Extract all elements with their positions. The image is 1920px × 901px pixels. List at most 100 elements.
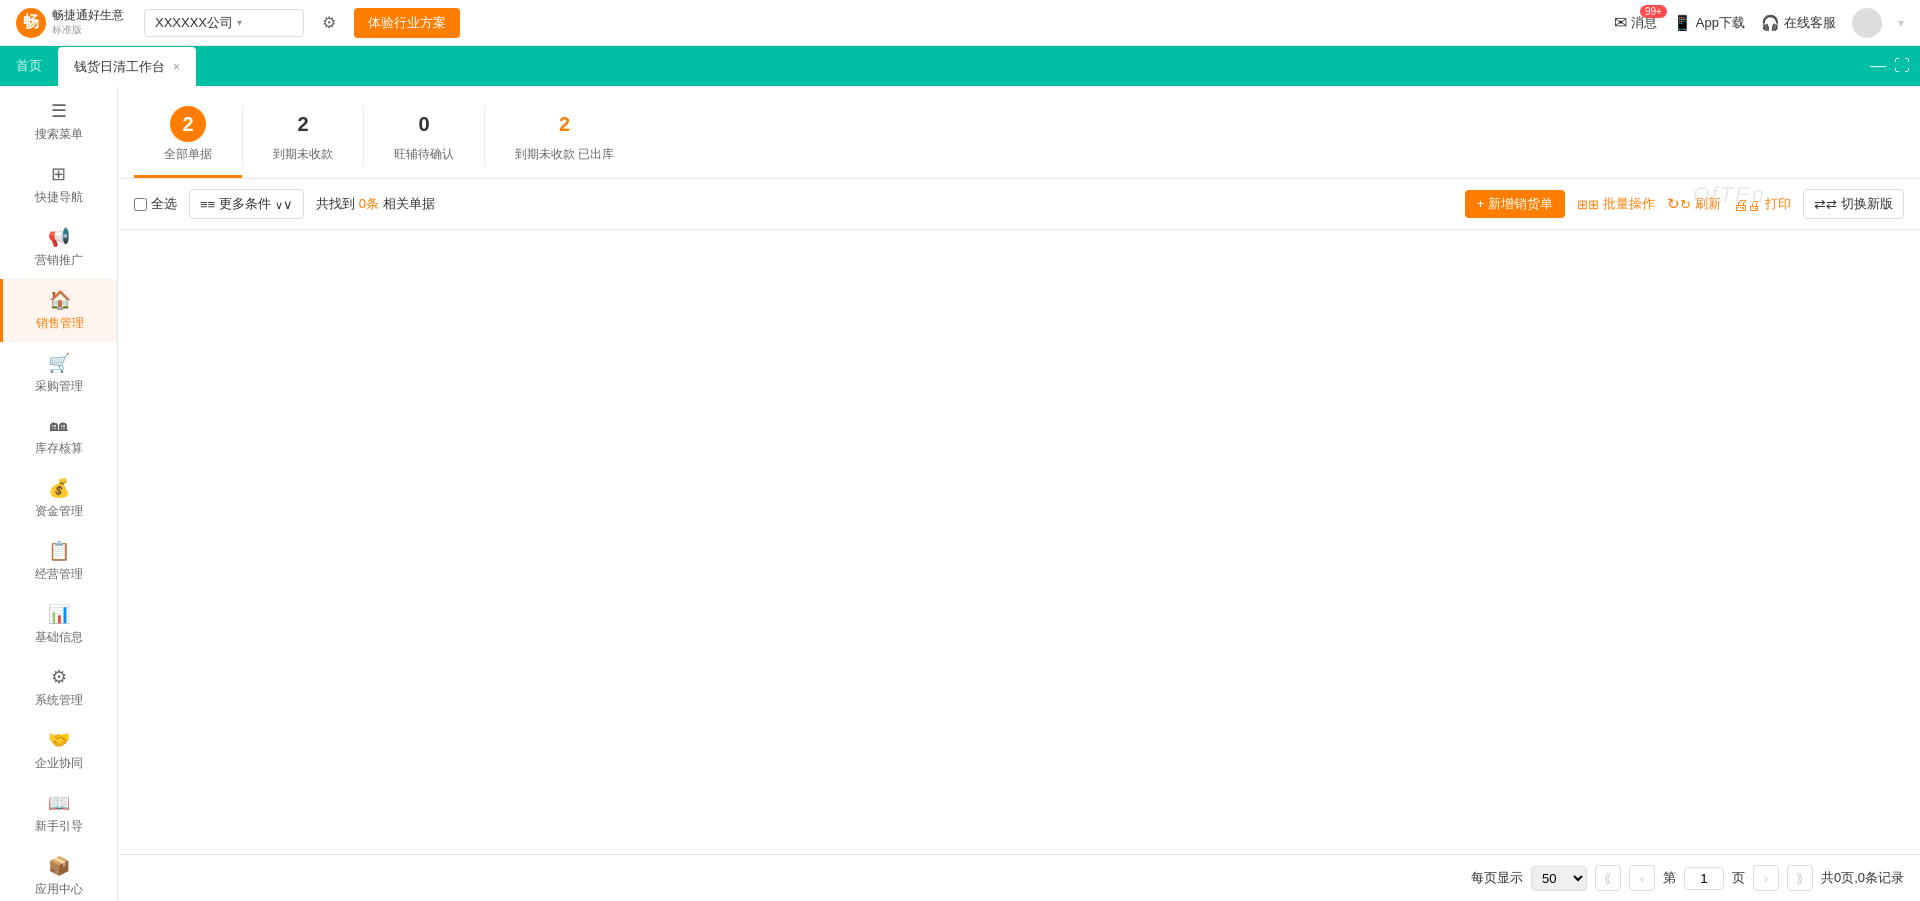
headset-icon (1761, 14, 1780, 32)
print-button[interactable]: 🖨 打印 (1733, 195, 1791, 213)
search-icon: ☰ (51, 100, 67, 122)
page-suffix: 页 (1732, 869, 1745, 887)
sidebar-item-operations[interactable]: 📋 经营管理 (0, 530, 117, 593)
company-chevron-icon: ▾ (237, 17, 242, 28)
prev-page-button[interactable]: ‹ (1629, 865, 1655, 891)
refresh-icon: ↻ (1667, 195, 1691, 213)
header-left: 畅 畅捷通好生意 标准版 XXXXXX公司 ▾ 体验行业方案 (16, 8, 460, 38)
sidebar-item-sales[interactable]: 🏠 销售管理 (0, 279, 117, 342)
inventory-icon: 🏘 (50, 415, 68, 436)
online-service-label: 在线客服 (1784, 14, 1836, 32)
select-all-checkbox[interactable]: 全选 (134, 195, 177, 213)
app-download-label: App下载 (1696, 14, 1745, 32)
last-page-button[interactable]: ⟫ (1787, 865, 1813, 891)
tab-home[interactable]: 首页 (0, 46, 58, 86)
filter-chevron-icon: ∨ (275, 197, 293, 212)
settings-button[interactable] (314, 8, 344, 38)
sidebar-item-purchase[interactable]: 🛒 采购管理 (0, 342, 117, 405)
stats-tabs: 2 全部单据 2 到期未收款 0 旺辅待确认 2 到期未收款 已出库 (118, 86, 1920, 179)
pagination: 每页显示 50 100 200 ⟪ ‹ 第 页 › ⟫ 共0页,0条记录 (118, 854, 1920, 901)
header-right: 消息 99+ App下载 在线客服 ▾ (1614, 8, 1904, 38)
sidebar-item-marketing[interactable]: 📢 营销推广 (0, 216, 117, 279)
sidebar-label-search: 搜索菜单 (35, 126, 83, 143)
refresh-label: 刷新 (1695, 195, 1721, 213)
tab-close-icon[interactable]: × (173, 60, 180, 74)
stat-label-all: 全部单据 (164, 146, 212, 163)
app-download-button[interactable]: App下载 (1673, 14, 1745, 32)
stat-label-overdue: 到期未收款 (273, 146, 333, 163)
page-input[interactable] (1684, 867, 1724, 890)
sidebar-label-collab: 企业协同 (35, 755, 83, 772)
sidebar-label-sales: 销售管理 (36, 315, 84, 332)
first-page-button[interactable]: ⟪ (1595, 865, 1621, 891)
stat-label-shipped: 到期未收款 已出库 (515, 146, 614, 163)
sidebar-label-guide: 新手引导 (35, 818, 83, 835)
sidebar-label-inventory: 库存核算 (35, 440, 83, 457)
logo-icon: 畅 (16, 8, 46, 38)
toolbar-right: + 新增销货单 ⊞ 批量操作 ↻ 刷新 🖨 打印 ⇄ 切换新版 (1465, 189, 1904, 219)
stat-tab-wangpu[interactable]: 0 旺辅待确认 (364, 98, 484, 178)
total-records: 共0页,0条记录 (1821, 869, 1904, 887)
toolbar: 全选 ≡ 更多条件 ∨ 共找到 0条 相关单据 + 新增销货单 ⊞ 批量操作 ↻ (118, 179, 1920, 230)
sidebar-item-inventory[interactable]: 🏘 库存核算 (0, 405, 117, 467)
sidebar-item-finance[interactable]: 💰 资金管理 (0, 467, 117, 530)
username[interactable]: ▾ (1898, 16, 1904, 30)
sidebar-item-search[interactable]: ☰ 搜索菜单 (0, 90, 117, 153)
system-icon: ⚙ (51, 666, 67, 688)
filter-icon: ≡ (200, 197, 215, 212)
message-badge: 99+ (1640, 5, 1667, 18)
filter-button[interactable]: ≡ 更多条件 ∨ (189, 189, 304, 219)
sidebar-item-system[interactable]: ⚙ 系统管理 (0, 656, 117, 719)
tab-actions: — ⛶ (1870, 57, 1920, 75)
per-page-label: 每页显示 (1471, 869, 1523, 887)
trial-button[interactable]: 体验行业方案 (354, 8, 460, 38)
stat-tab-shipped[interactable]: 2 到期未收款 已出库 (485, 98, 644, 178)
content-area: 2 全部单据 2 到期未收款 0 旺辅待确认 2 到期未收款 已出库 (118, 86, 1920, 901)
tab-minimize-icon[interactable]: — (1870, 57, 1886, 75)
sidebar-item-nav[interactable]: ⊞ 快捷导航 (0, 153, 117, 216)
sidebar-item-guide[interactable]: 📖 新手引导 (0, 782, 117, 845)
tab-navigation: 首页 钱货日清工作台 × — ⛶ (0, 46, 1920, 86)
per-page-select[interactable]: 50 100 200 (1531, 866, 1587, 891)
operations-icon: 📋 (48, 540, 70, 562)
sidebar-item-collab[interactable]: 🤝 企业协同 (0, 719, 117, 782)
select-all-label: 全选 (151, 195, 177, 213)
tab-maximize-icon[interactable]: ⛶ (1894, 57, 1910, 75)
stat-number-wangpu: 0 (406, 106, 442, 142)
logo-area: 畅 畅捷通好生意 标准版 (16, 8, 134, 38)
collab-icon: 🤝 (48, 729, 70, 751)
add-sales-order-button[interactable]: + 新增销货单 (1465, 190, 1565, 218)
sidebar-label-operations: 经营管理 (35, 566, 83, 583)
sidebar: ☰ 搜索菜单 ⊞ 快捷导航 📢 营销推广 🏠 销售管理 🛒 采购管理 🏘 库存核… (0, 86, 118, 901)
sidebar-item-basic[interactable]: 📊 基础信息 (0, 593, 117, 656)
batch-operation-button[interactable]: ⊞ 批量操作 (1577, 195, 1655, 213)
switch-version-button[interactable]: ⇄ 切换新版 (1803, 189, 1904, 219)
sidebar-item-appstore[interactable]: 📦 应用中心 (0, 845, 117, 901)
top-header: 畅 畅捷通好生意 标准版 XXXXXX公司 ▾ 体验行业方案 消息 99+ Ap… (0, 0, 1920, 46)
found-suffix: 相关单据 (383, 196, 435, 211)
tab-home-label: 首页 (16, 57, 42, 75)
avatar[interactable] (1852, 8, 1882, 38)
sidebar-label-system: 系统管理 (35, 692, 83, 709)
sales-icon: 🏠 (49, 289, 71, 311)
sidebar-label-appstore: 应用中心 (35, 881, 83, 898)
select-all-input[interactable] (134, 198, 147, 211)
sidebar-label-marketing: 营销推广 (35, 252, 83, 269)
refresh-button[interactable]: ↻ 刷新 (1667, 195, 1721, 213)
batch-label: 批量操作 (1603, 195, 1655, 213)
stat-tab-all[interactable]: 2 全部单据 (134, 98, 242, 178)
appstore-icon: 📦 (48, 855, 70, 877)
company-selector[interactable]: XXXXXX公司 ▾ (144, 9, 304, 37)
gear-icon (322, 13, 336, 32)
stat-number-overdue: 2 (285, 106, 321, 142)
sidebar-label-purchase: 采购管理 (35, 378, 83, 395)
tab-workbench[interactable]: 钱货日清工作台 × (58, 47, 196, 87)
found-text: 共找到 0条 相关单据 (316, 195, 434, 213)
next-page-button[interactable]: › (1753, 865, 1779, 891)
stat-label-wangpu: 旺辅待确认 (394, 146, 454, 163)
online-service-button[interactable]: 在线客服 (1761, 14, 1836, 32)
stat-tab-overdue[interactable]: 2 到期未收款 (243, 98, 363, 178)
table-area (118, 230, 1920, 854)
message-button[interactable]: 消息 99+ (1614, 13, 1657, 32)
logo-text-area: 畅捷通好生意 标准版 (52, 8, 124, 38)
